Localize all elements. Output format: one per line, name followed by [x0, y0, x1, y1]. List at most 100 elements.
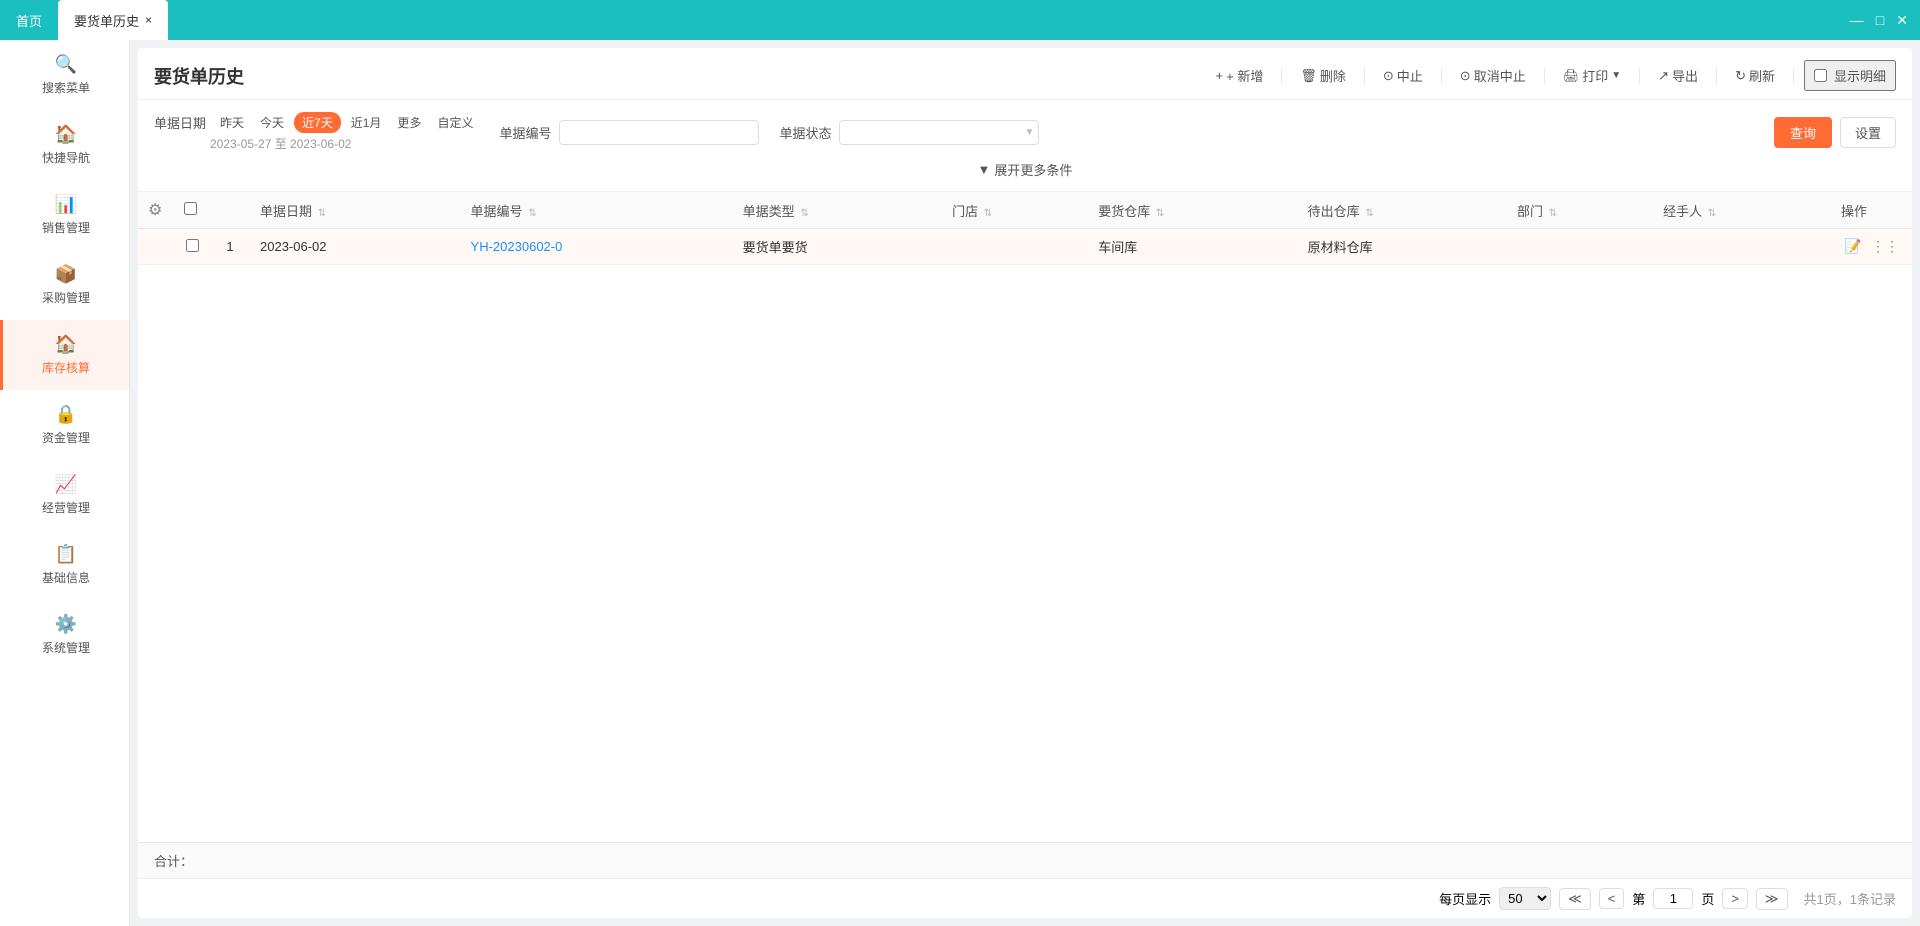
first-page-btn[interactable]: ≪	[1559, 888, 1591, 910]
doc-num-input[interactable]	[559, 120, 759, 145]
col-num-header	[210, 192, 250, 229]
display-detail-label: 显示明细	[1834, 66, 1886, 85]
system-icon: ⚙️	[55, 614, 77, 635]
row-date: 2023-06-02	[250, 229, 461, 265]
expand-label: 展开更多条件	[994, 160, 1072, 179]
filter-action-buttons: 查询 设置	[1774, 117, 1896, 148]
row-edit-icon[interactable]: 📝	[1844, 238, 1861, 254]
page-size-select[interactable]: 50 20 100 200	[1499, 887, 1551, 910]
col-req-warehouse-sort-icon[interactable]: ⇅	[1156, 208, 1164, 219]
col-dept-label: 部门	[1517, 204, 1543, 219]
tab-requisition-history[interactable]: 要货单历史 ×	[58, 0, 168, 40]
doc-status-input[interactable]	[848, 125, 1024, 140]
divider-2	[1364, 68, 1365, 84]
date-btn-yesterday[interactable]: 昨天	[214, 112, 250, 133]
sales-icon: 📊	[55, 194, 77, 215]
doc-status-select[interactable]: ▼	[839, 120, 1039, 145]
close-btn[interactable]: ✕	[1896, 12, 1908, 29]
page-inner: 要货单历史 + + 新增 🗑 删除	[138, 48, 1912, 918]
col-handler-label: 经手人	[1663, 204, 1702, 219]
page-label: 第	[1632, 889, 1645, 908]
maximize-btn[interactable]: □	[1876, 12, 1884, 28]
refresh-button[interactable]: ↻ 刷新	[1727, 62, 1783, 89]
page-number-input[interactable]	[1653, 888, 1693, 909]
col-actions-label: 操作	[1841, 204, 1867, 219]
date-btn-last7days[interactable]: 近7天	[294, 112, 341, 133]
row-doc-num: YH-20230602-0	[461, 229, 733, 265]
add-button[interactable]: + + 新增	[1208, 62, 1272, 89]
select-dropdown-icon: ▼	[1024, 127, 1034, 138]
row-doc-type: 要货单要货	[733, 229, 942, 265]
col-handler-sort-icon[interactable]: ⇅	[1708, 208, 1716, 219]
col-doctype-sort-icon[interactable]: ⇅	[800, 208, 808, 219]
minimize-btn[interactable]: —	[1850, 12, 1864, 28]
cancel-stop-label: 取消中止	[1474, 66, 1526, 85]
pagination-bar: 每页显示 50 20 100 200 ≪ < 第 页 > ≫	[138, 878, 1912, 918]
print-button[interactable]: 🖨 打印 ▼	[1555, 62, 1629, 89]
tab-requisition-label: 要货单历史	[74, 11, 139, 30]
sidebar-label-quick-nav: 快捷导航	[42, 149, 90, 166]
refresh-icon: ↻	[1735, 68, 1746, 84]
operations-icon: 📈	[55, 474, 77, 495]
sidebar-label-operations: 经营管理	[42, 499, 90, 516]
sidebar-label-search: 搜索菜单	[42, 79, 90, 96]
sidebar-item-system[interactable]: ⚙️ 系统管理	[0, 600, 129, 670]
display-detail-checkbox[interactable]	[1814, 69, 1827, 82]
sidebar-item-purchase[interactable]: 📦 采购管理	[0, 250, 129, 320]
cancel-stop-button[interactable]: ⊙ 取消中止	[1452, 62, 1534, 89]
select-all-checkbox[interactable]	[184, 202, 197, 215]
col-pending-warehouse-sort-icon[interactable]: ⇅	[1365, 208, 1373, 219]
col-store-sort-icon[interactable]: ⇅	[984, 208, 992, 219]
row-more-icon[interactable]: ⋮⋮	[1871, 238, 1899, 254]
total-label: 合计：	[154, 851, 193, 870]
sidebar-item-basic-info[interactable]: 📋 基础信息	[0, 530, 129, 600]
sidebar-item-operations[interactable]: 📈 经营管理	[0, 460, 129, 530]
sidebar-item-finance[interactable]: 🔒 资金管理	[0, 390, 129, 460]
row-actions: 📝 ⋮⋮	[1831, 229, 1912, 265]
query-button[interactable]: 查询	[1774, 117, 1832, 148]
date-filter-label: 单据日期	[154, 113, 206, 132]
date-btn-today[interactable]: 今天	[254, 112, 290, 133]
col-store-header: 门店 ⇅	[942, 192, 1088, 229]
date-filter-group: 单据日期 昨天 今天 近7天 近1月 更多 自定义	[154, 112, 479, 152]
sidebar-label-purchase: 采购管理	[42, 289, 90, 306]
date-btn-last1month[interactable]: 近1月	[345, 112, 388, 133]
col-docnum-sort-icon[interactable]: ⇅	[528, 208, 536, 219]
date-btn-more[interactable]: 更多	[391, 112, 427, 133]
stop-button[interactable]: ⊙ 中止	[1375, 62, 1431, 89]
tab-home[interactable]: 首页	[0, 0, 58, 40]
print-icon: 🖨	[1563, 68, 1580, 84]
sidebar-item-inventory[interactable]: 🏠 库存核算	[0, 320, 129, 390]
doc-status-label: 单据状态	[779, 123, 831, 142]
row-handler	[1653, 229, 1831, 265]
export-button[interactable]: ↗ 导出	[1650, 62, 1706, 89]
tab-close-icon[interactable]: ×	[145, 13, 152, 27]
doc-num-link[interactable]: YH-20230602-0	[471, 239, 563, 254]
column-settings-icon[interactable]: ⚙	[148, 202, 162, 219]
display-detail-button[interactable]: 显示明细	[1804, 60, 1896, 91]
sidebar-item-sales[interactable]: 📊 销售管理	[0, 180, 129, 250]
date-btn-custom[interactable]: 自定义	[431, 112, 479, 133]
table-row: 1 2023-06-02 YH-20230602-0	[138, 229, 1912, 265]
col-dept-sort-icon[interactable]: ⇅	[1549, 208, 1557, 219]
col-handler-header: 经手人 ⇅	[1653, 192, 1831, 229]
prev-page-btn[interactable]: <	[1599, 888, 1625, 909]
col-date-sort-icon[interactable]: ⇅	[318, 208, 326, 219]
last-page-btn[interactable]: ≫	[1756, 888, 1788, 910]
sidebar-item-search[interactable]: 🔍 搜索菜单	[0, 40, 129, 110]
expand-more-conditions[interactable]: ▼ 展开更多条件	[978, 160, 1073, 179]
table-footer: 合计：	[138, 842, 1912, 878]
delete-icon: 🗑	[1300, 68, 1317, 84]
delete-button[interactable]: 🗑 删除	[1292, 62, 1354, 89]
page-header: 要货单历史 + + 新增 🗑 删除	[138, 48, 1912, 100]
print-label: 打印	[1582, 66, 1608, 85]
header-actions: + + 新增 🗑 删除 ⊙ 中止	[1208, 60, 1896, 91]
row-col-settings	[138, 229, 174, 265]
next-page-btn[interactable]: >	[1722, 888, 1748, 909]
row-checkbox[interactable]	[186, 239, 199, 252]
filter-row-1: 单据日期 昨天 今天 近7天 近1月 更多 自定义	[154, 112, 1896, 152]
sidebar-item-quick-nav[interactable]: 🏠 快捷导航	[0, 110, 129, 180]
delete-label: 删除	[1320, 66, 1346, 85]
settings-button[interactable]: 设置	[1840, 117, 1896, 148]
cancel-stop-icon: ⊙	[1460, 68, 1471, 84]
